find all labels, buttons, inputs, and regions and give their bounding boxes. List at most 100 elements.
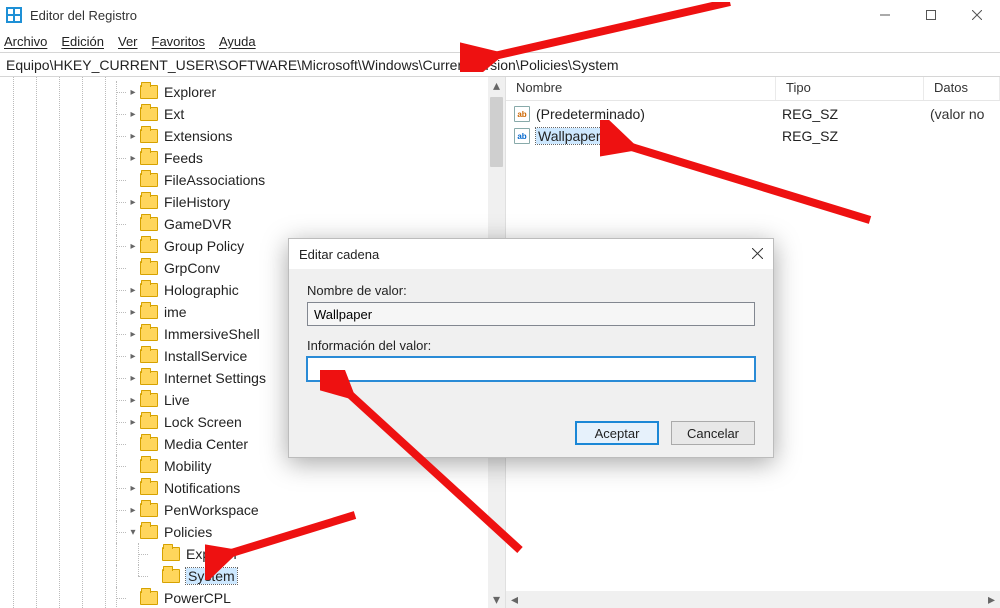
- folder-icon: [140, 503, 158, 517]
- address-bar[interactable]: Equipo\HKEY_CURRENT_USER\SOFTWARE\Micros…: [0, 52, 1000, 77]
- tree-node[interactable]: ▸Feeds: [108, 147, 488, 169]
- folder-icon: [140, 107, 158, 121]
- folder-icon: [140, 283, 158, 297]
- menu-edicion[interactable]: Edición: [61, 34, 104, 49]
- tree-node[interactable]: ▸Ext: [108, 103, 488, 125]
- menu-favoritos[interactable]: Favoritos: [152, 34, 205, 49]
- menu-ayuda[interactable]: Ayuda: [219, 34, 256, 49]
- folder-icon: [140, 217, 158, 231]
- folder-icon: [140, 459, 158, 473]
- folder-icon: [162, 547, 180, 561]
- tree-node[interactable]: ▸Mobility: [108, 455, 488, 477]
- tree-label: GameDVR: [164, 216, 232, 232]
- col-data[interactable]: Datos: [924, 77, 1000, 100]
- tree-node[interactable]: ▸GameDVR: [108, 213, 488, 235]
- tree-label: Ext: [164, 106, 184, 122]
- tree-label: Extensions: [164, 128, 232, 144]
- folder-icon: [140, 437, 158, 451]
- folder-icon: [140, 151, 158, 165]
- folder-icon: [140, 591, 158, 605]
- folder-icon: [140, 173, 158, 187]
- dialog-titlebar: Editar cadena: [289, 239, 773, 269]
- tree-node[interactable]: ▸Notifications: [108, 477, 488, 499]
- tree-node[interactable]: ▾Policies: [108, 521, 488, 543]
- dialog-title: Editar cadena: [299, 247, 752, 262]
- reg-string-icon: ab: [514, 106, 530, 122]
- minimize-button[interactable]: [862, 0, 908, 30]
- tree-label: Lock Screen: [164, 414, 242, 430]
- window-controls: [862, 0, 1000, 30]
- value-data-input[interactable]: [307, 357, 755, 381]
- folder-icon: [140, 371, 158, 385]
- tree-node[interactable]: ▸PenWorkspace: [108, 499, 488, 521]
- tree-label: Feeds: [164, 150, 203, 166]
- tree-label: ImmersiveShell: [164, 326, 260, 342]
- value-data-label: Información del valor:: [307, 338, 755, 353]
- tree-node[interactable]: ▸FileAssociations: [108, 169, 488, 191]
- folder-icon: [162, 569, 180, 583]
- value-row[interactable]: ab(Predeterminado)REG_SZ(valor no: [506, 103, 1000, 125]
- tree-label: FileHistory: [164, 194, 230, 210]
- tree-label: Notifications: [164, 480, 240, 496]
- dialog-close-icon[interactable]: [752, 247, 763, 262]
- tree-label: Media Center: [164, 436, 248, 452]
- cancel-button[interactable]: Cancelar: [671, 421, 755, 445]
- tree-label: Explorer: [186, 546, 238, 562]
- folder-icon: [140, 481, 158, 495]
- folder-icon: [140, 129, 158, 143]
- tree-node[interactable]: ▸PowerCPL: [108, 587, 488, 608]
- col-name[interactable]: Nombre: [506, 77, 776, 100]
- tree-label: Explorer: [164, 84, 216, 100]
- address-path: Equipo\HKEY_CURRENT_USER\SOFTWARE\Micros…: [6, 57, 619, 73]
- tree-label: FileAssociations: [164, 172, 265, 188]
- tree-label: Group Policy: [164, 238, 244, 254]
- folder-icon: [140, 261, 158, 275]
- tree-label: Holographic: [164, 282, 239, 298]
- folder-icon: [140, 349, 158, 363]
- tree-guides: [0, 77, 108, 608]
- scroll-left-icon[interactable]: ◂: [506, 591, 523, 608]
- folder-icon: [140, 393, 158, 407]
- regedit-app-icon: [6, 7, 22, 23]
- col-type[interactable]: Tipo: [776, 77, 924, 100]
- scroll-right-icon[interactable]: ▸: [983, 591, 1000, 608]
- scroll-thumb[interactable]: [490, 97, 503, 167]
- folder-icon: [140, 195, 158, 209]
- folder-icon: [140, 239, 158, 253]
- tree-label: Policies: [164, 524, 212, 540]
- maximize-button[interactable]: [908, 0, 954, 30]
- tree-node-child[interactable]: ▸Explorer: [108, 543, 488, 565]
- value-type: REG_SZ: [776, 128, 924, 144]
- values-scrollbar[interactable]: ◂ ▸: [506, 591, 1000, 608]
- folder-icon: [140, 525, 158, 539]
- tree-node[interactable]: ▸Extensions: [108, 125, 488, 147]
- tree-label: PenWorkspace: [164, 502, 259, 518]
- tree-label: GrpConv: [164, 260, 220, 276]
- tree-node[interactable]: ▸FileHistory: [108, 191, 488, 213]
- folder-icon: [140, 305, 158, 319]
- tree-label: Mobility: [164, 458, 211, 474]
- value-name: (Predeterminado): [536, 106, 645, 122]
- tree-label: PowerCPL: [164, 590, 231, 606]
- folder-icon: [140, 415, 158, 429]
- tree-node-child[interactable]: ▸System: [108, 565, 488, 587]
- reg-string-icon: ab: [514, 128, 530, 144]
- tree-node[interactable]: ▸Explorer: [108, 81, 488, 103]
- window-title: Editor del Registro: [30, 8, 862, 23]
- column-headers: Nombre Tipo Datos: [506, 77, 1000, 101]
- menu-archivo[interactable]: Archivo: [4, 34, 47, 49]
- folder-icon: [140, 327, 158, 341]
- tree-label: ime: [164, 304, 187, 320]
- scroll-up-icon[interactable]: ▴: [488, 77, 505, 94]
- value-row[interactable]: abWallpaperREG_SZ: [506, 125, 1000, 147]
- value-data: (valor no: [924, 106, 1000, 122]
- tree-label: InstallService: [164, 348, 247, 364]
- tree-label: Live: [164, 392, 190, 408]
- menu-bar: Archivo Edición Ver Favoritos Ayuda: [0, 30, 1000, 52]
- accept-button[interactable]: Aceptar: [575, 421, 659, 445]
- menu-ver[interactable]: Ver: [118, 34, 138, 49]
- value-name-input[interactable]: [307, 302, 755, 326]
- scroll-down-icon[interactable]: ▾: [488, 591, 505, 608]
- close-button[interactable]: [954, 0, 1000, 30]
- edit-string-dialog: Editar cadena Nombre de valor: Informaci…: [288, 238, 774, 458]
